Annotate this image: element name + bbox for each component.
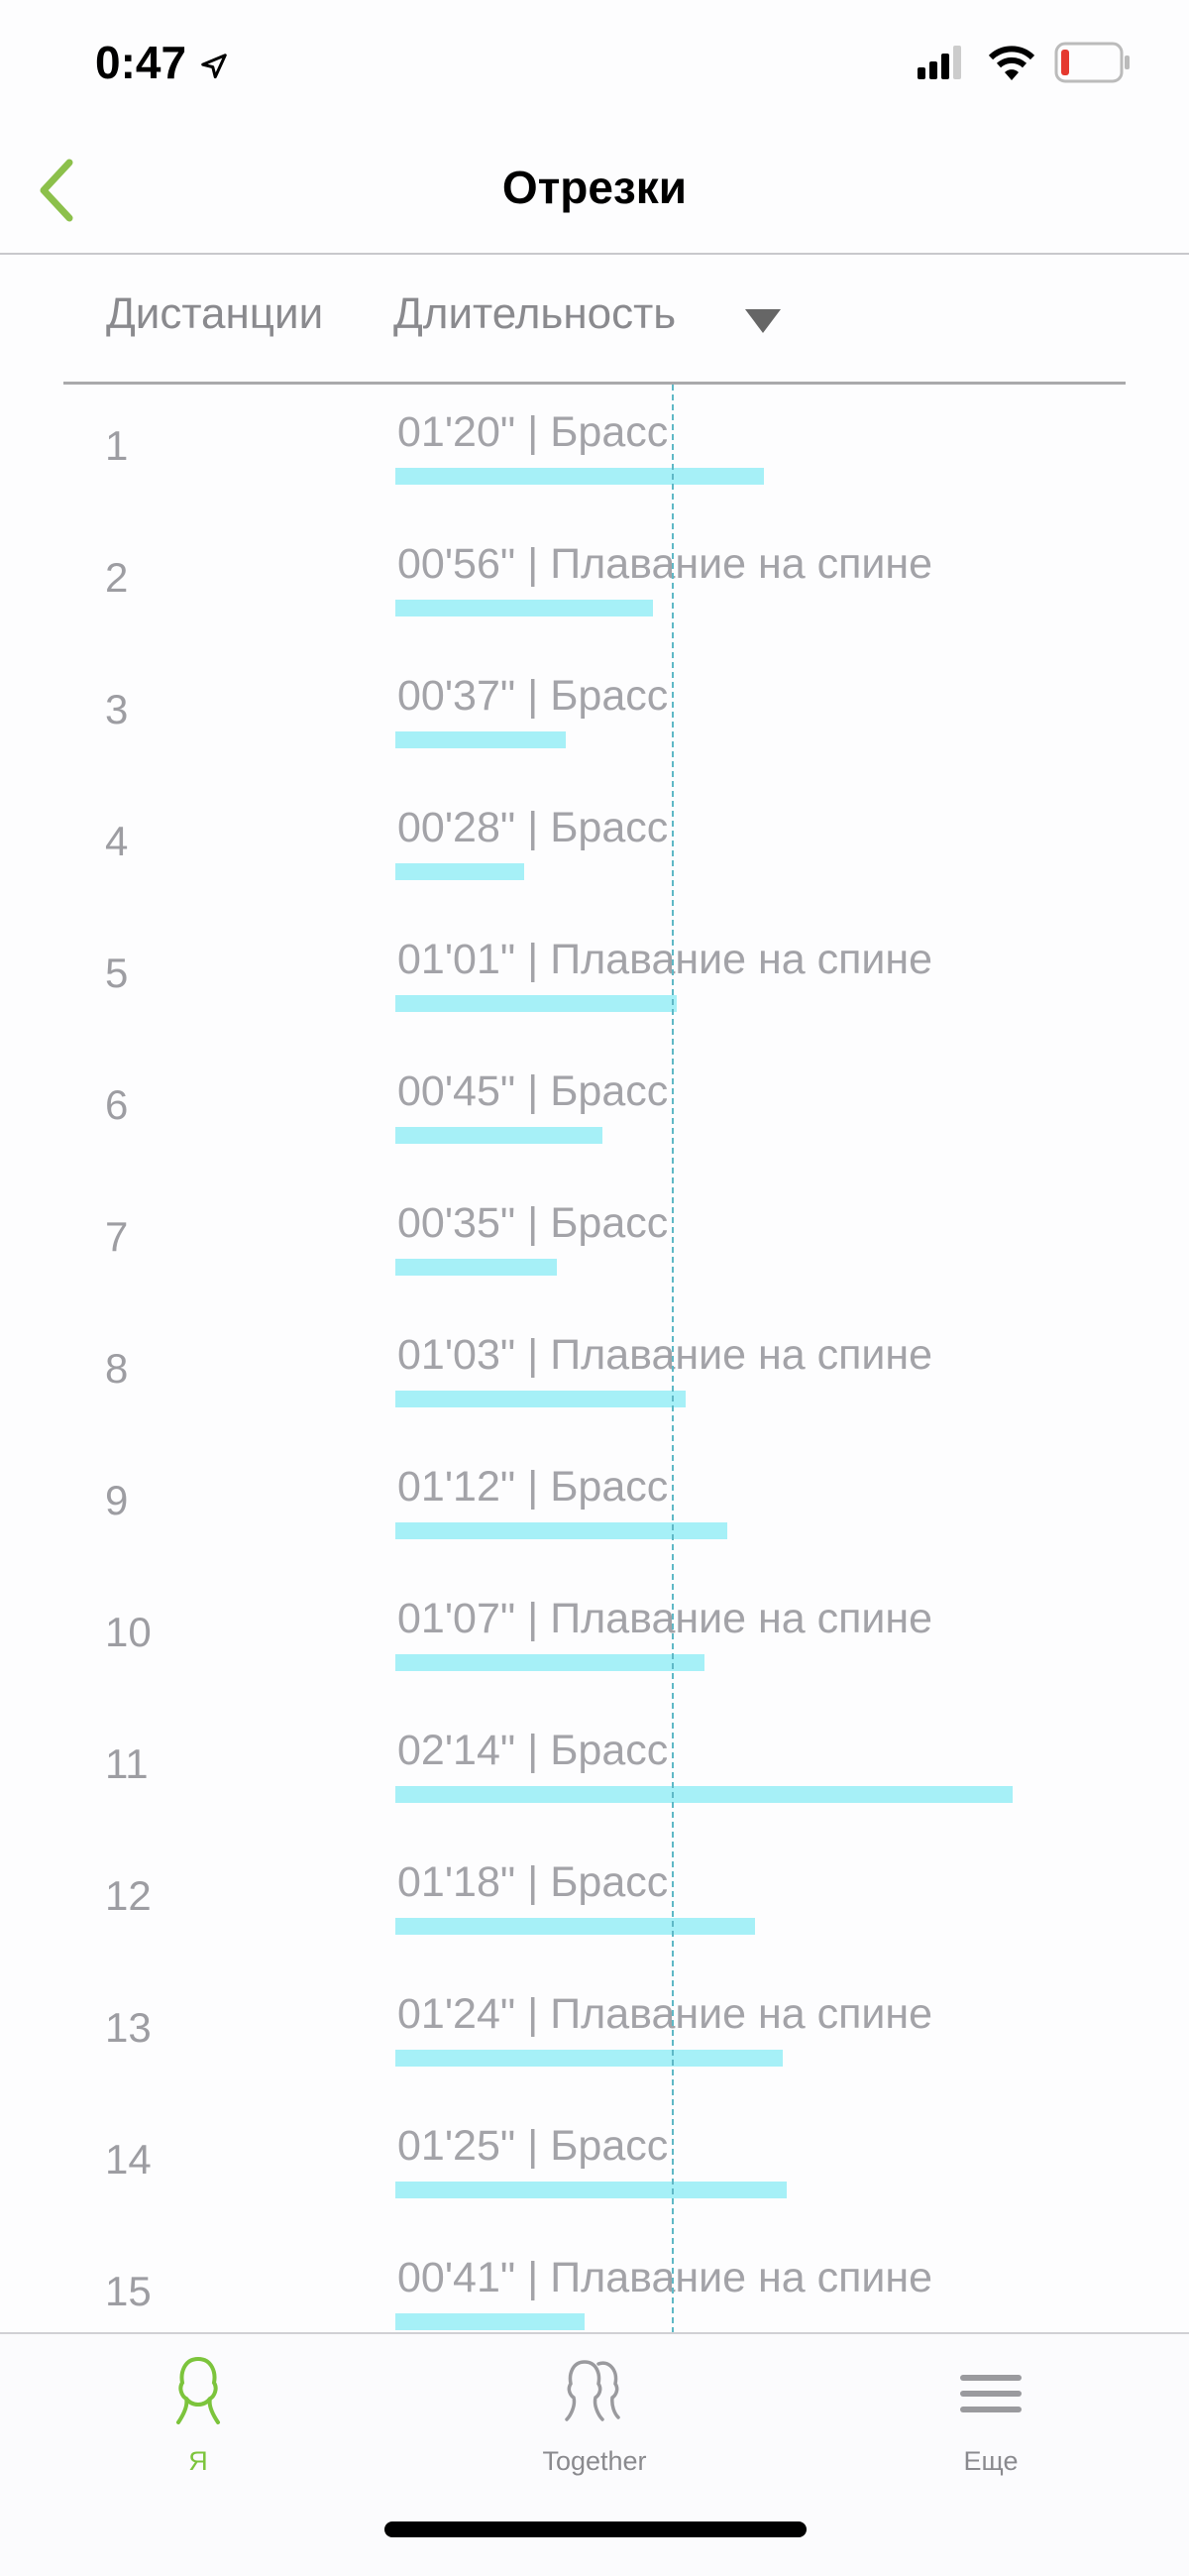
tab-label: Еще (963, 2446, 1019, 2476)
row-label: 00'28" | Брасс (397, 804, 669, 851)
menu-icon (960, 2375, 1022, 2412)
tab-me[interactable]: Я (50, 2354, 347, 2477)
time-text: 0:47 (95, 37, 187, 88)
nav-divider (0, 253, 1189, 255)
reference-line (672, 385, 674, 2333)
duration-bar (395, 1391, 686, 1407)
column-header-duration[interactable]: Длительность (393, 289, 676, 339)
row-label: 01'20" | Брасс (397, 408, 669, 456)
row-label: 01'24" | Плавание на спине (397, 1990, 933, 2038)
duration-bar (395, 995, 677, 1012)
row-label: 01'03" | Плавание на спине (397, 1331, 933, 1379)
person-icon (176, 2357, 220, 2424)
duration-bar (395, 731, 567, 748)
row-number: 13 (105, 2004, 152, 2051)
row-number: 1 (105, 422, 129, 469)
row-label: 00'41" | Плавание на спине (397, 2254, 933, 2301)
row-number: 2 (105, 554, 129, 601)
battery-icon (1054, 42, 1130, 83)
duration-bar (395, 1918, 755, 1935)
duration-bar (395, 2313, 585, 2330)
row-number: 11 (105, 1740, 149, 1787)
row-number: 10 (105, 1609, 152, 1655)
duration-bar (395, 468, 764, 485)
duration-bar (395, 1127, 603, 1144)
row-number: 9 (105, 1477, 129, 1523)
tab-label: Together (542, 2446, 647, 2476)
column-header-distance[interactable]: Дистанции (106, 289, 323, 339)
row-label: 01'18" | Брасс (397, 1858, 669, 1906)
row-label: 00'45" | Брасс (397, 1067, 669, 1115)
home-indicator[interactable] (384, 2521, 807, 2537)
row-number: 5 (105, 950, 129, 996)
page-title: Отрезки (501, 162, 688, 213)
duration-bar (395, 1522, 727, 1539)
location-arrow-icon (201, 54, 227, 78)
row-number: 12 (105, 1872, 152, 1919)
row-number: 14 (105, 2136, 152, 2183)
tab-together[interactable]: Together (446, 2354, 743, 2477)
row-number: 6 (105, 1081, 129, 1128)
row-label: 01'01" | Плавание на спине (397, 936, 933, 983)
duration-bar (395, 2050, 783, 2067)
people-icon (565, 2360, 620, 2421)
row-label: 00'35" | Брасс (397, 1199, 669, 1247)
tab-bar: Я Together Еще (0, 2332, 1189, 2576)
row-label: 00'56" | Плавание на спине (397, 540, 933, 588)
row-number: 8 (105, 1345, 129, 1392)
signal-icon (918, 46, 961, 79)
wifi-icon (988, 46, 1035, 80)
duration-bar (395, 1654, 704, 1671)
sort-triangle-down-icon[interactable] (743, 307, 783, 335)
row-label: 01'07" | Плавание на спине (397, 1595, 933, 1642)
row-label: 02'14" | Брасс (397, 1727, 669, 1774)
row-number: 4 (105, 818, 129, 864)
row-number: 7 (105, 1213, 129, 1260)
duration-bar (395, 1259, 557, 1276)
duration-bar (395, 863, 525, 880)
tab-label: Я (188, 2446, 208, 2476)
tab-more[interactable]: Еще (842, 2354, 1139, 2477)
duration-bar (395, 2182, 788, 2198)
status-time: 0:47 (95, 36, 229, 89)
header-divider (63, 382, 1126, 385)
row-number: 15 (105, 2268, 152, 2314)
row-number: 3 (105, 686, 129, 732)
row-label: 01'12" | Брасс (397, 1463, 669, 1511)
duration-bar (395, 1786, 1014, 1803)
row-label: 00'37" | Брасс (397, 672, 669, 720)
duration-bar (395, 600, 654, 616)
row-label: 01'25" | Брасс (397, 2122, 669, 2170)
